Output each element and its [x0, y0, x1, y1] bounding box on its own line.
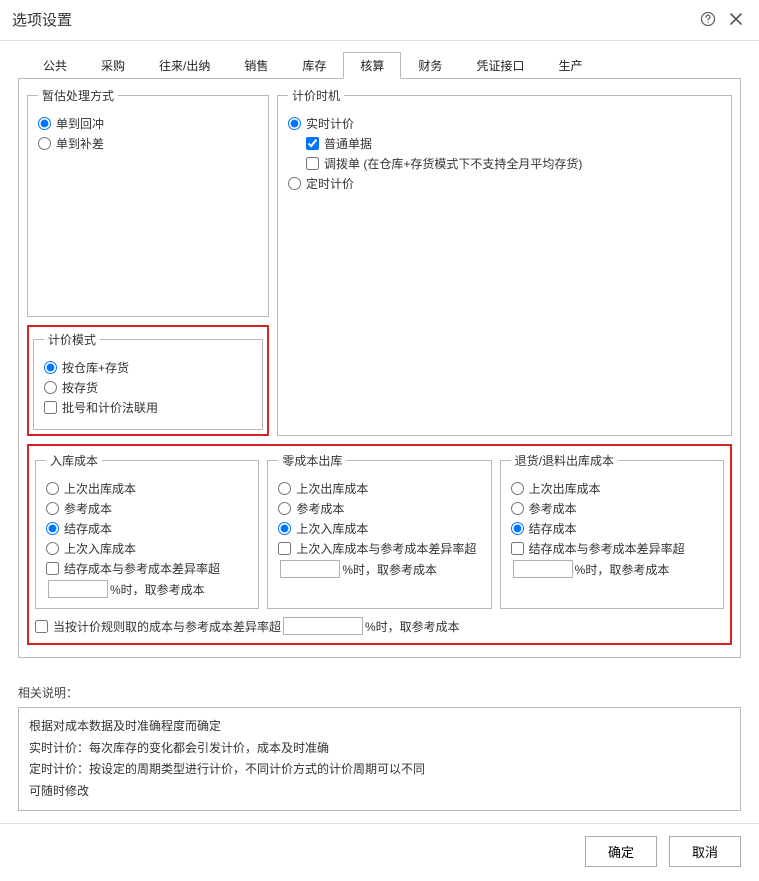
checkbox-normal-doc[interactable]: 普通单据	[306, 135, 721, 152]
tab-cashier[interactable]: 往来/出纳	[142, 52, 227, 79]
radio-periodic[interactable]: 定时计价	[288, 175, 721, 192]
radio-by-item-label: 按存货	[62, 379, 98, 396]
input-in-diff-pct[interactable]	[48, 580, 108, 598]
radio-zero-lastin-label: 上次入库成本	[296, 520, 368, 537]
radio-zero-ref[interactable]: 参考成本	[278, 500, 480, 517]
group-return-cost-legend: 退货/退料出库成本	[511, 452, 618, 469]
checkbox-batch-link[interactable]: 批号和计价法联用	[44, 399, 252, 416]
tab-inventory[interactable]: 库存	[285, 52, 343, 79]
tab-sales[interactable]: 销售	[227, 52, 285, 79]
highlight-pricing-mode: 计价模式 按仓库+存货 按存货 批号和计价法联用	[27, 325, 269, 436]
checkbox-normal-doc-label: 普通单据	[324, 135, 372, 152]
checkbox-batch-link-label: 批号和计价法联用	[62, 399, 158, 416]
group-pricing-mode-legend: 计价模式	[44, 331, 100, 348]
radio-by-item[interactable]: 按存货	[44, 379, 252, 396]
radio-in-lastin-label: 上次入库成本	[64, 540, 136, 557]
checkbox-transfer-doc-label: 调拨单 (在仓库+存货模式下不支持全月平均存货)	[324, 155, 582, 172]
in-diff-suffix: %时，取参考成本	[110, 581, 205, 598]
tab-production[interactable]: 生产	[541, 52, 599, 79]
radio-estimate-diff[interactable]: 单到补差	[38, 135, 258, 152]
checkbox-ret-diff-label: 结存成本与参考成本差异率超	[529, 540, 685, 557]
tabs: 公共 采购 往来/出纳 销售 库存 核算 财务 凭证接口 生产	[18, 51, 741, 79]
radio-in-lastin[interactable]: 上次入库成本	[46, 540, 248, 557]
radio-zero-lastin[interactable]: 上次入库成本	[278, 520, 480, 537]
group-zero-cost: 零成本出库 上次出库成本 参考成本 上次入库成本 上次入库成本与参考成本差异率超…	[267, 452, 491, 609]
radio-periodic-label: 定时计价	[306, 175, 354, 192]
highlight-cost-rules: 入库成本 上次出库成本 参考成本 结存成本 上次入库成本 结存成本与参考成本差异…	[27, 444, 732, 645]
desc-line1: 根据对成本数据及时准确程度而确定	[29, 716, 730, 738]
group-in-cost-legend: 入库成本	[46, 452, 102, 469]
tab-purchase[interactable]: 采购	[84, 52, 142, 79]
radio-ret-lastout-label: 上次出库成本	[529, 480, 601, 497]
radio-ret-balance[interactable]: 结存成本	[511, 520, 713, 537]
ok-button[interactable]: 确定	[585, 836, 657, 867]
checkbox-in-diff[interactable]: 结存成本与参考成本差异率超	[46, 560, 248, 577]
tab-public[interactable]: 公共	[26, 52, 84, 79]
desc-line2: 实时计价：每次库存的变化都会引发计价，成本及时准确	[29, 738, 730, 760]
radio-in-lastout[interactable]: 上次出库成本	[46, 480, 248, 497]
radio-ret-ref-label: 参考成本	[529, 500, 577, 517]
desc-line4: 可随时修改	[29, 781, 730, 803]
checkbox-transfer-doc[interactable]: 调拨单 (在仓库+存货模式下不支持全月平均存货)	[306, 155, 721, 172]
radio-estimate-rollback-label: 单到回冲	[56, 115, 104, 132]
tab-finance[interactable]: 财务	[401, 52, 459, 79]
group-timing: 计价时机 实时计价 普通单据 调拨单 (在仓库+存货模式下不支持全月平均存货) …	[277, 87, 732, 436]
radio-estimate-rollback[interactable]: 单到回冲	[38, 115, 258, 132]
group-estimate-legend: 暂估处理方式	[38, 87, 118, 104]
desc-line3: 定时计价：按设定的周期类型进行计价，不同计价方式的计价周期可以不同	[29, 759, 730, 781]
input-ret-diff-pct[interactable]	[513, 560, 573, 578]
radio-ret-lastout[interactable]: 上次出库成本	[511, 480, 713, 497]
radio-in-balance[interactable]: 结存成本	[46, 520, 248, 537]
radio-ret-balance-label: 结存成本	[529, 520, 577, 537]
radio-zero-ref-label: 参考成本	[296, 500, 344, 517]
group-return-cost: 退货/退料出库成本 上次出库成本 参考成本 结存成本 结存成本与参考成本差异率超…	[500, 452, 724, 609]
close-icon[interactable]	[725, 8, 747, 30]
input-global-diff-pct[interactable]	[283, 617, 363, 635]
group-estimate: 暂估处理方式 单到回冲 单到补差	[27, 87, 269, 317]
checkbox-zero-diff[interactable]: 上次入库成本与参考成本差异率超	[278, 540, 480, 557]
global-diff-suffix: %时，取参考成本	[365, 618, 460, 635]
radio-by-wh-item-label: 按仓库+存货	[62, 359, 129, 376]
description-box: 根据对成本数据及时准确程度而确定 实时计价：每次库存的变化都会引发计价，成本及时…	[18, 707, 741, 811]
group-timing-legend: 计价时机	[288, 87, 344, 104]
radio-estimate-diff-label: 单到补差	[56, 135, 104, 152]
input-zero-diff-pct[interactable]	[280, 560, 340, 578]
cancel-button[interactable]: 取消	[669, 836, 741, 867]
tab-costing[interactable]: 核算	[343, 52, 401, 79]
checkbox-zero-diff-label: 上次入库成本与参考成本差异率超	[296, 540, 476, 557]
radio-in-balance-label: 结存成本	[64, 520, 112, 537]
zero-diff-suffix: %时，取参考成本	[342, 561, 437, 578]
radio-zero-lastout[interactable]: 上次出库成本	[278, 480, 480, 497]
group-zero-cost-legend: 零成本出库	[278, 452, 346, 469]
ret-diff-suffix: %时，取参考成本	[575, 561, 670, 578]
radio-in-ref-label: 参考成本	[64, 500, 112, 517]
radio-in-ref[interactable]: 参考成本	[46, 500, 248, 517]
radio-realtime[interactable]: 实时计价	[288, 115, 721, 132]
radio-in-lastout-label: 上次出库成本	[64, 480, 136, 497]
global-diff-prefix: 当按计价规则取的成本与参考成本差异率超	[53, 618, 281, 635]
checkbox-global-diff[interactable]	[35, 620, 48, 633]
dialog-title: 选项设置	[12, 9, 72, 30]
group-pricing-mode: 计价模式 按仓库+存货 按存货 批号和计价法联用	[33, 331, 263, 430]
radio-zero-lastout-label: 上次出库成本	[296, 480, 368, 497]
tab-voucher[interactable]: 凭证接口	[459, 52, 541, 79]
radio-by-wh-item[interactable]: 按仓库+存货	[44, 359, 252, 376]
help-icon[interactable]	[697, 8, 719, 30]
group-in-cost: 入库成本 上次出库成本 参考成本 结存成本 上次入库成本 结存成本与参考成本差异…	[35, 452, 259, 609]
radio-realtime-label: 实时计价	[306, 115, 354, 132]
description-label: 相关说明：	[18, 684, 741, 701]
checkbox-in-diff-label: 结存成本与参考成本差异率超	[64, 560, 220, 577]
radio-ret-ref[interactable]: 参考成本	[511, 500, 713, 517]
checkbox-ret-diff[interactable]: 结存成本与参考成本差异率超	[511, 540, 713, 557]
